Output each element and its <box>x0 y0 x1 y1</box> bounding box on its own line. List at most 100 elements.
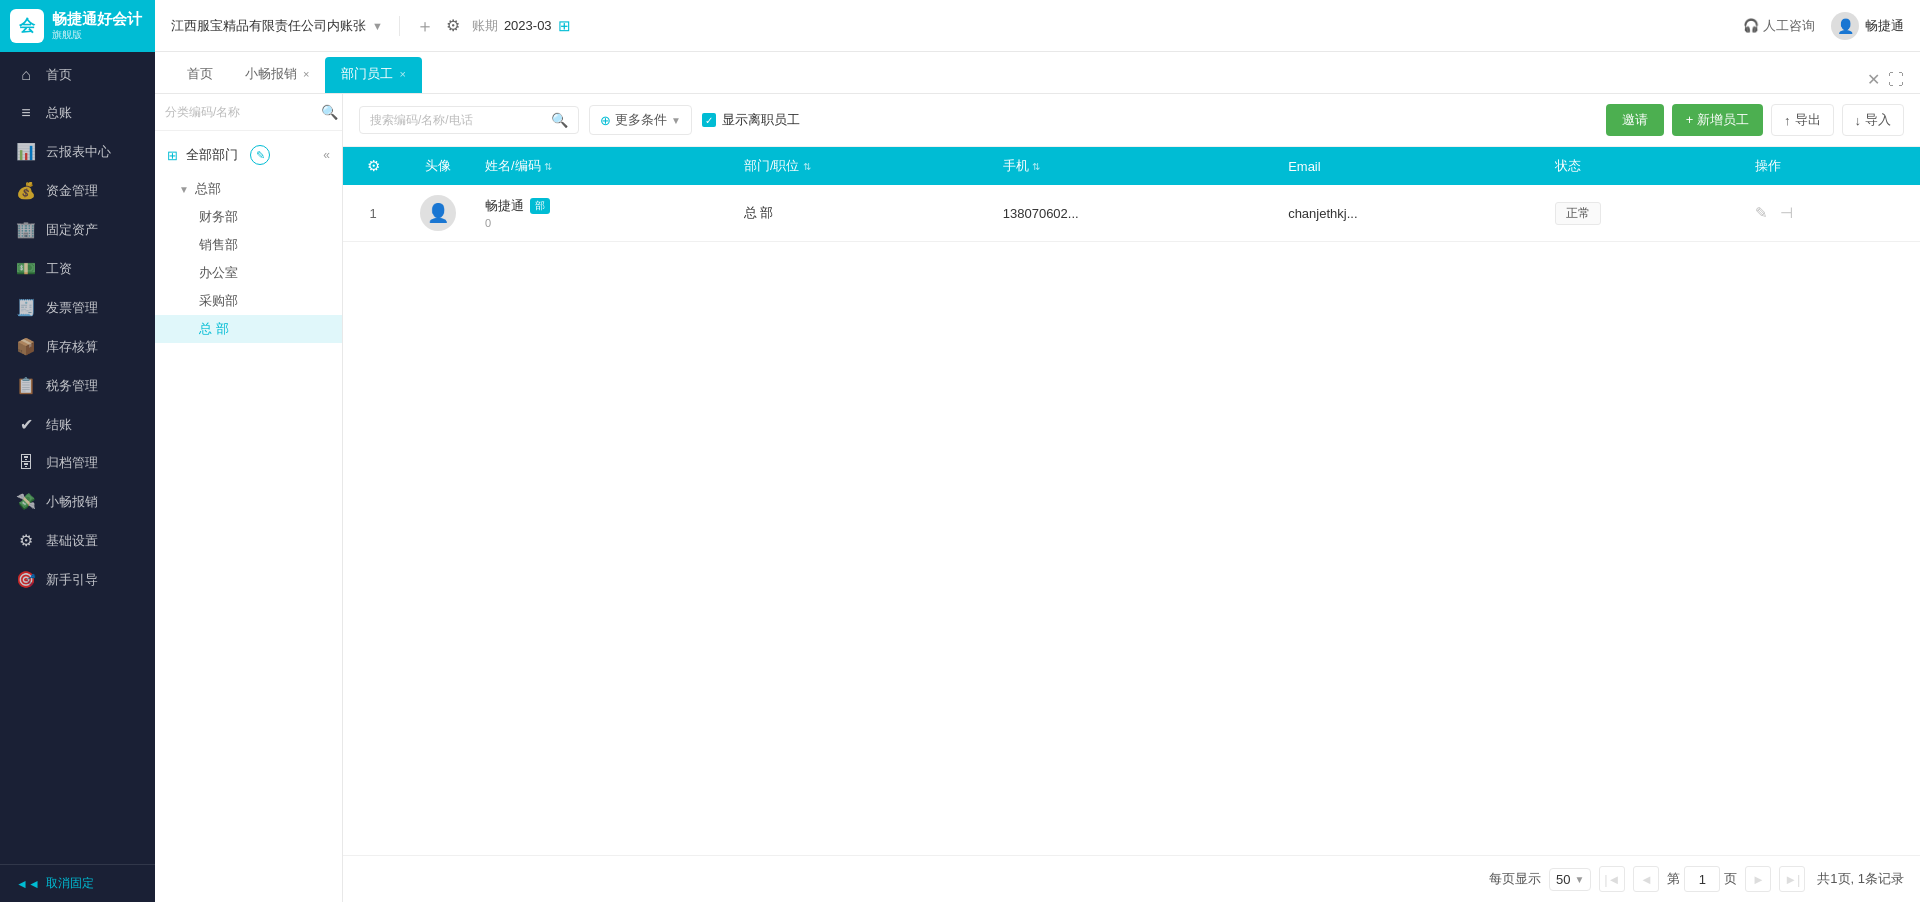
service-label: 人工咨询 <box>1763 17 1815 35</box>
sidebar-item-tax[interactable]: 📋 税务管理 <box>0 366 155 405</box>
last-page-button[interactable]: ►| <box>1779 866 1805 892</box>
dept-child-finance[interactable]: 财务部 <box>155 203 342 231</box>
filter-chevron-icon: ▼ <box>671 115 681 126</box>
employee-table-wrap: ⚙ 头像 姓名/编码⇅ 部门/职位⇅ 手机⇅ Email 状态 操作 1 <box>343 147 1920 855</box>
dept-child-general[interactable]: 总 部 <box>155 315 342 343</box>
invite-button[interactable]: 邀请 <box>1606 104 1664 136</box>
sidebar-item-label: 资金管理 <box>46 182 98 200</box>
grid-icon: ⊞ <box>167 148 178 163</box>
unpin-button[interactable]: ◄◄ 取消固定 <box>0 864 155 902</box>
collapse-icon[interactable]: « <box>323 148 330 162</box>
period-value: 2023-03 <box>504 18 552 33</box>
divider <box>399 16 400 36</box>
export-button[interactable]: ↑ 导出 <box>1771 104 1834 136</box>
th-phone[interactable]: 手机⇅ <box>991 147 1276 185</box>
toolbar-right: 邀请 + 新增员工 ↑ 导出 ↓ 导入 <box>1606 104 1904 136</box>
edit-icon[interactable]: ✎ <box>1755 204 1768 222</box>
employee-table: ⚙ 头像 姓名/编码⇅ 部门/职位⇅ 手机⇅ Email 状态 操作 1 <box>343 147 1920 242</box>
dept-child-label: 总 部 <box>199 321 229 336</box>
invoice-icon: 🧾 <box>16 298 36 317</box>
dept-all[interactable]: ⊞ 全部部门 ✎ « <box>155 139 342 171</box>
search-icon[interactable]: 🔍 <box>551 112 568 128</box>
user-menu[interactable]: 👤 畅捷通 <box>1831 12 1904 40</box>
sidebar-item-assets[interactable]: 🏢 固定资产 <box>0 210 155 249</box>
sidebar-item-closing[interactable]: ✔ 结账 <box>0 405 155 444</box>
page-info: 第 页 <box>1667 866 1737 892</box>
tab-department[interactable]: 部门员工 × <box>325 57 421 93</box>
logout-icon[interactable]: ⊣ <box>1780 204 1793 222</box>
per-page-value: 50 <box>1556 872 1570 887</box>
td-index: 1 <box>343 185 403 242</box>
main-area: 江西服宝精品有限责任公司内账张 ▼ ＋ ⚙ 账期 2023-03 ⊞ 🎧 人工咨… <box>155 0 1920 902</box>
sidebar-item-label: 基础设置 <box>46 532 98 550</box>
sidebar-item-invoice[interactable]: 🧾 发票管理 <box>0 288 155 327</box>
employee-name: 畅捷通 <box>485 197 524 215</box>
sidebar-item-ledger[interactable]: ≡ 总账 <box>0 94 155 132</box>
dept-search-input[interactable] <box>165 105 315 119</box>
sidebar-item-settings[interactable]: ⚙ 基础设置 <box>0 521 155 560</box>
logo-title: 畅捷通好会计 <box>52 10 142 28</box>
next-page-button[interactable]: ► <box>1745 866 1771 892</box>
dept-search-icon[interactable]: 🔍 <box>321 104 338 120</box>
dept-edit-button[interactable]: ✎ <box>250 145 270 165</box>
filter-button[interactable]: ⊕ 更多条件 ▼ <box>589 105 692 135</box>
sidebar-item-payroll[interactable]: 💵 工资 <box>0 249 155 288</box>
import-icon: ↓ <box>1855 113 1862 128</box>
td-dept: 总 部 <box>732 185 991 242</box>
tab-expense[interactable]: 小畅报销 × <box>229 57 325 93</box>
logo-subtitle: 旗舰版 <box>52 28 142 42</box>
sidebar-item-archive[interactable]: 🗄 归档管理 <box>0 444 155 482</box>
add-tab-button[interactable]: ＋ <box>416 14 434 38</box>
calendar-icon[interactable]: ⊞ <box>558 17 571 35</box>
employee-search-input[interactable] <box>370 113 545 127</box>
dept-child-sales[interactable]: 销售部 <box>155 231 342 259</box>
dept-child-purchase[interactable]: 采购部 <box>155 287 342 315</box>
prev-page-button[interactable]: ◄ <box>1633 866 1659 892</box>
first-page-button[interactable]: |◄ <box>1599 866 1625 892</box>
topbar-right: 🎧 人工咨询 👤 畅捷通 <box>1743 12 1904 40</box>
company-selector[interactable]: 江西服宝精品有限责任公司内账张 ▼ <box>171 17 383 35</box>
sidebar-item-inventory[interactable]: 📦 库存核算 <box>0 327 155 366</box>
guide-icon: 🎯 <box>16 570 36 589</box>
sort-icon: ⇅ <box>1032 161 1040 172</box>
import-button[interactable]: ↓ 导入 <box>1842 104 1905 136</box>
page-input[interactable] <box>1684 866 1720 892</box>
dept-child-office[interactable]: 办公室 <box>155 259 342 287</box>
close-tab-department[interactable]: × <box>399 68 405 80</box>
tab-department-label: 部门员工 <box>341 65 393 83</box>
status-badge: 正常 <box>1555 202 1601 225</box>
close-tab-icon[interactable]: ✕ <box>1867 70 1880 89</box>
tab-expense-label: 小畅报销 <box>245 65 297 83</box>
employee-avatar: 👤 <box>420 195 456 231</box>
funds-icon: 💰 <box>16 181 36 200</box>
td-status: 正常 <box>1543 185 1743 242</box>
page-unit: 页 <box>1724 870 1737 888</box>
sidebar-item-funds[interactable]: 💰 资金管理 <box>0 171 155 210</box>
sidebar-item-label: 总账 <box>46 104 72 122</box>
sort-icon: ⇅ <box>544 161 552 172</box>
per-page-select[interactable]: 50 ▼ <box>1549 868 1591 891</box>
employee-search-wrap: 🔍 <box>359 106 579 134</box>
sidebar-item-home[interactable]: ⌂ 首页 <box>0 56 155 94</box>
sidebar-item-label: 小畅报销 <box>46 493 98 511</box>
th-dept[interactable]: 部门/职位⇅ <box>732 147 991 185</box>
service-button[interactable]: 🎧 人工咨询 <box>1743 17 1815 35</box>
show-resigned-checkbox[interactable]: ✓ <box>702 113 716 127</box>
th-name[interactable]: 姓名/编码⇅ <box>473 147 732 185</box>
sidebar-item-label: 归档管理 <box>46 454 98 472</box>
close-tab-expense[interactable]: × <box>303 68 309 80</box>
payroll-icon: 💵 <box>16 259 36 278</box>
sidebar-item-expense[interactable]: 💸 小畅报销 <box>0 482 155 521</box>
dept-parent-zongbu[interactable]: ▼ 总部 <box>155 175 342 203</box>
sidebar-item-label: 税务管理 <box>46 377 98 395</box>
add-employee-button[interactable]: + 新增员工 <box>1672 104 1763 136</box>
topbar-settings-icon[interactable]: ⚙ <box>446 16 460 35</box>
show-resigned-wrap[interactable]: ✓ 显示离职员工 <box>702 111 800 129</box>
th-settings[interactable]: ⚙ <box>343 147 403 185</box>
pin-icon: ◄◄ <box>16 877 40 891</box>
sidebar-item-reports[interactable]: 📊 云报表中心 <box>0 132 155 171</box>
tab-home[interactable]: 首页 <box>171 57 229 93</box>
sidebar-item-guide[interactable]: 🎯 新手引导 <box>0 560 155 599</box>
company-name: 江西服宝精品有限责任公司内账张 <box>171 17 366 35</box>
maximize-icon[interactable]: ⛶ <box>1888 71 1904 89</box>
